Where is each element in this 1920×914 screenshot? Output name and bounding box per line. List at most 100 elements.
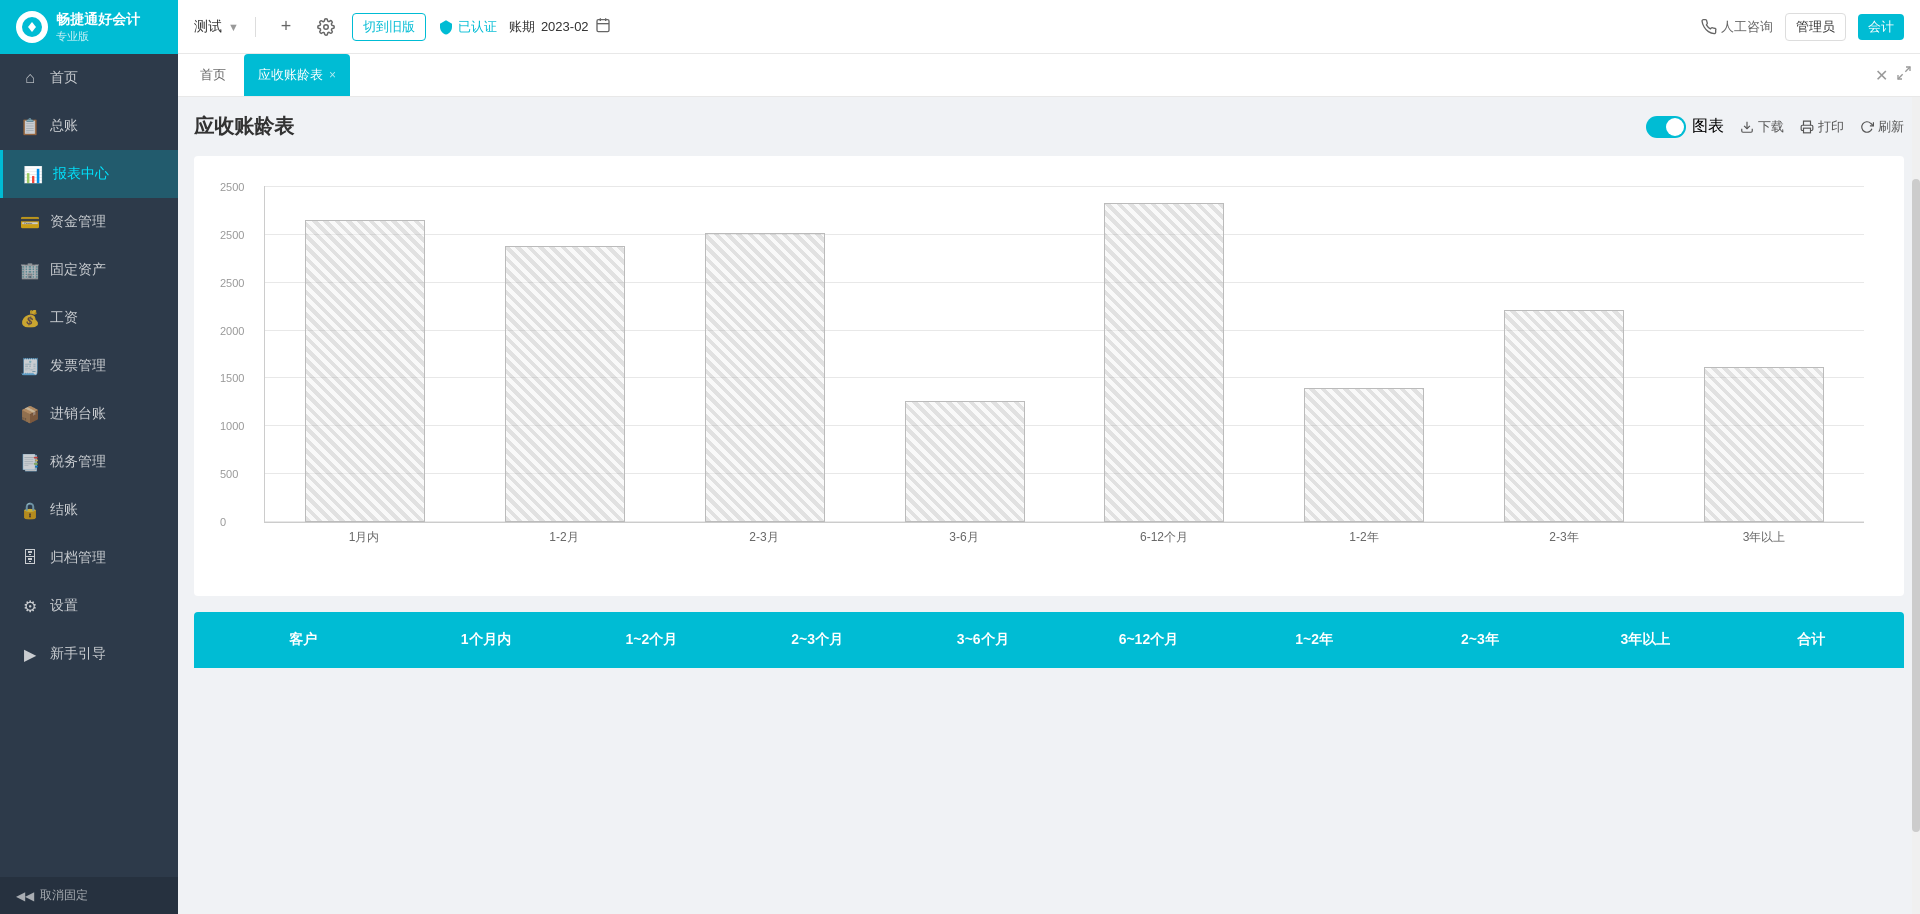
certified-badge: 已认证 bbox=[438, 18, 497, 36]
tabbar: 首页 应收账龄表 × bbox=[178, 54, 1867, 96]
sidebar-icon-settings: ⚙ bbox=[20, 596, 40, 616]
bar-7 bbox=[1704, 367, 1824, 522]
download-button[interactable]: 下载 bbox=[1740, 118, 1784, 136]
bar-6 bbox=[1504, 310, 1624, 522]
sidebar-label-inventory: 进销台账 bbox=[50, 405, 106, 423]
print-button[interactable]: 打印 bbox=[1800, 118, 1844, 136]
x-label-5: 1-2年 bbox=[1264, 523, 1464, 546]
sidebar-label-funds: 资金管理 bbox=[50, 213, 106, 231]
th-3年以上: 3年以上 bbox=[1563, 631, 1729, 649]
refresh-button[interactable]: 刷新 bbox=[1860, 118, 1904, 136]
th-2~3年: 2~3年 bbox=[1397, 631, 1563, 649]
period-info: 账期 2023-02 bbox=[509, 17, 611, 36]
sidebar-item-archive[interactable]: 🗄 归档管理 bbox=[0, 534, 178, 582]
x-label-1: 1-2月 bbox=[464, 523, 664, 546]
y-label-500: 500 bbox=[220, 468, 238, 480]
sidebar-item-invoice[interactable]: 🧾 发票管理 bbox=[0, 342, 178, 390]
svg-line-6 bbox=[1905, 67, 1910, 72]
sidebar-item-reports[interactable]: 📊 报表中心 bbox=[0, 150, 178, 198]
period-prefix: 账期 bbox=[509, 18, 535, 36]
svg-point-1 bbox=[324, 24, 329, 29]
sidebar: 畅捷通好会计 专业版 ⌂ 首页 📋 总账 📊 报表中心 💳 资金管理 🏢 固定资… bbox=[0, 0, 178, 914]
sidebar-item-settings[interactable]: ⚙ 设置 bbox=[0, 582, 178, 630]
sidebar-icon-funds: 💳 bbox=[20, 212, 40, 232]
topbar-right: 人工咨询 管理员 会计 bbox=[1701, 13, 1904, 41]
logo-icon bbox=[16, 11, 48, 43]
bar-group-0 bbox=[265, 186, 465, 522]
sidebar-label-assets: 固定资产 bbox=[50, 261, 106, 279]
chart-toggle[interactable] bbox=[1646, 116, 1686, 138]
scrollbar-track[interactable] bbox=[1912, 97, 1920, 914]
topbar-divider-1 bbox=[255, 17, 256, 37]
switch-old-button[interactable]: 切到旧版 bbox=[352, 13, 426, 41]
calendar-icon[interactable] bbox=[595, 17, 611, 36]
sidebar-item-home[interactable]: ⌂ 首页 bbox=[0, 54, 178, 102]
tab-home-label: 首页 bbox=[200, 66, 226, 84]
bars-row bbox=[265, 186, 1864, 522]
tab-close-icon[interactable]: × bbox=[329, 68, 336, 82]
sidebar-icon-payroll: 💰 bbox=[20, 308, 40, 328]
page-actions: 图表 下载 打印 刷新 bbox=[1646, 116, 1904, 138]
logo-text-block: 畅捷通好会计 专业版 bbox=[56, 10, 140, 43]
th-合计: 合计 bbox=[1728, 631, 1894, 649]
bar-0 bbox=[305, 220, 425, 522]
logo-title: 畅捷通好会计 bbox=[56, 10, 140, 28]
y-label-2500a: 2500 bbox=[220, 181, 244, 193]
sidebar-label-settings: 设置 bbox=[50, 597, 78, 615]
sidebar-label-invoice: 发票管理 bbox=[50, 357, 106, 375]
period-value: 2023-02 bbox=[541, 19, 589, 34]
cancel-fixed-label: 取消固定 bbox=[40, 887, 88, 904]
chart-container: 2500 2500 2500 2000 1500 1000 500 0 bbox=[194, 156, 1904, 596]
sidebar-item-closing[interactable]: 🔒 结账 bbox=[0, 486, 178, 534]
bar-group-6 bbox=[1464, 186, 1664, 522]
bar-1 bbox=[505, 246, 625, 522]
tab-home[interactable]: 首页 bbox=[186, 54, 240, 96]
sidebar-item-assets[interactable]: 🏢 固定资产 bbox=[0, 246, 178, 294]
sidebar-label-tax: 税务管理 bbox=[50, 453, 106, 471]
page-title: 应收账龄表 bbox=[194, 113, 294, 140]
page-content: 应收账龄表 图表 下载 打印 bbox=[178, 97, 1920, 914]
tab-aging[interactable]: 应收账龄表 × bbox=[244, 54, 350, 96]
bar-group-7 bbox=[1664, 186, 1864, 522]
sidebar-label-closing: 结账 bbox=[50, 501, 78, 519]
sidebar-icon-home: ⌂ bbox=[20, 68, 40, 88]
main-area: 测试 ▼ + 切到旧版 已认证 账期 2023-02 人工咨询 bbox=[178, 0, 1920, 914]
bar-group-5 bbox=[1264, 186, 1464, 522]
scrollbar-thumb[interactable] bbox=[1912, 179, 1920, 833]
bar-5 bbox=[1304, 388, 1424, 522]
sidebar-label-guide: 新手引导 bbox=[50, 645, 106, 663]
svg-line-7 bbox=[1898, 74, 1903, 79]
window-expand-button[interactable] bbox=[1896, 65, 1912, 85]
page-header: 应收账龄表 图表 下载 打印 bbox=[194, 113, 1904, 140]
th-2~3个月: 2~3个月 bbox=[734, 631, 900, 649]
x-label-2: 2-3月 bbox=[664, 523, 864, 546]
sidebar-item-funds[interactable]: 💳 资金管理 bbox=[0, 198, 178, 246]
window-close-button[interactable]: ✕ bbox=[1875, 66, 1888, 85]
settings-button[interactable] bbox=[312, 13, 340, 41]
sidebar-item-guide[interactable]: ▶ 新手引导 bbox=[0, 630, 178, 678]
sidebar-item-inventory[interactable]: 📦 进销台账 bbox=[0, 390, 178, 438]
user-button[interactable]: 管理员 bbox=[1785, 13, 1846, 41]
sidebar-footer[interactable]: ◀◀ 取消固定 bbox=[0, 877, 178, 914]
company-selector[interactable]: 测试 ▼ bbox=[194, 18, 239, 36]
x-label-3: 3-6月 bbox=[864, 523, 1064, 546]
sidebar-item-tax[interactable]: 📑 税务管理 bbox=[0, 438, 178, 486]
y-label-0: 0 bbox=[220, 516, 226, 528]
sidebar-item-payroll[interactable]: 💰 工资 bbox=[0, 294, 178, 342]
bar-chart: 2500 2500 2500 2000 1500 1000 500 0 bbox=[214, 176, 1884, 556]
th-客户: 客户 bbox=[204, 631, 403, 649]
service-button[interactable]: 人工咨询 bbox=[1701, 18, 1773, 36]
y-label-2000: 2000 bbox=[220, 325, 244, 337]
sidebar-icon-reports: 📊 bbox=[23, 164, 43, 184]
y-label-1000: 1000 bbox=[220, 420, 244, 432]
topbar: 测试 ▼ + 切到旧版 已认证 账期 2023-02 人工咨询 bbox=[178, 0, 1920, 54]
sidebar-label-payroll: 工资 bbox=[50, 309, 78, 327]
role-button[interactable]: 会计 bbox=[1858, 14, 1904, 40]
add-button[interactable]: + bbox=[272, 13, 300, 41]
y-label-2500c: 2500 bbox=[220, 277, 244, 289]
sidebar-item-ledger[interactable]: 📋 总账 bbox=[0, 102, 178, 150]
th-1~2个月: 1~2个月 bbox=[569, 631, 735, 649]
sidebar-icon-guide: ▶ bbox=[20, 644, 40, 664]
chart-toggle-group: 图表 bbox=[1646, 116, 1724, 138]
sidebar-nav: ⌂ 首页 📋 总账 📊 报表中心 💳 资金管理 🏢 固定资产 💰 工资 🧾 发票… bbox=[0, 54, 178, 877]
